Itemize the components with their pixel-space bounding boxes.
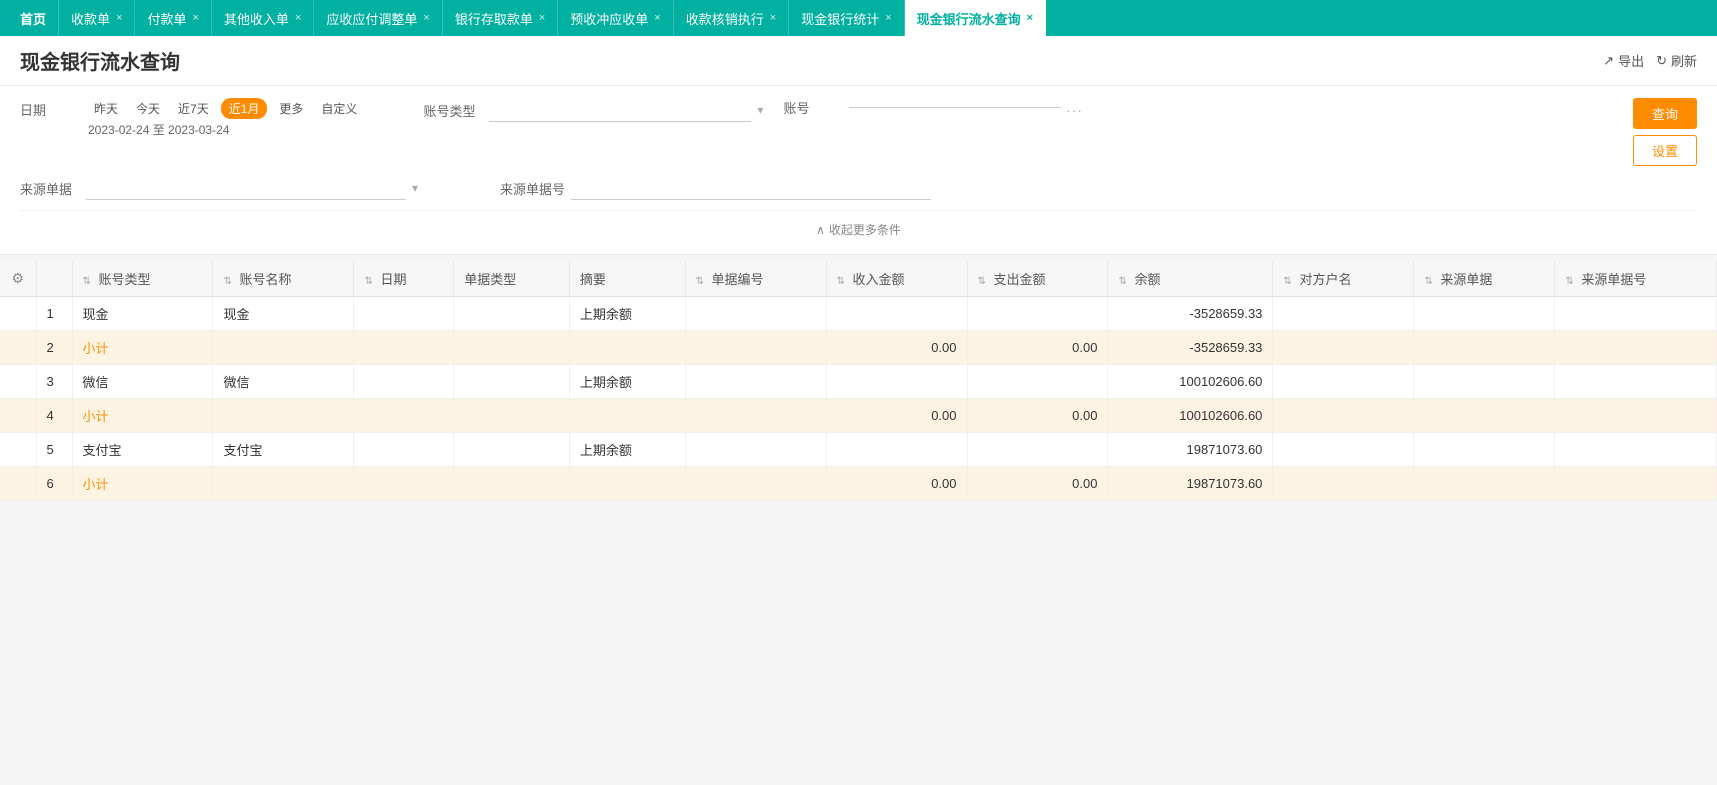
close-icon[interactable]: × — [1027, 12, 1033, 24]
sort-icon: ⇅ — [696, 276, 704, 287]
source-doc-no-input[interactable] — [571, 176, 931, 200]
col-settings: ⚙ — [0, 261, 36, 297]
col-income[interactable]: ⇅ 收入金额 — [826, 261, 967, 297]
data-table: ⚙ ⇅ 账号类型 ⇅ 账号名称 ⇅ 日期 单据类型 — [0, 261, 1717, 501]
sort-icon: ⇅ — [1565, 276, 1573, 287]
table-row: 5支付宝支付宝上期余额19871073.60 — [0, 433, 1717, 467]
top-navigation: 首页 收款单 × 付款单 × 其他收入单 × 应收应付调整单 × 银行存取款单 … — [0, 0, 1717, 36]
gear-icon[interactable]: ⚙ — [11, 270, 24, 286]
col-summary: 摘要 — [569, 261, 685, 297]
nav-tab-bank-deposit[interactable]: 银行存取款单 × — [443, 0, 558, 36]
page-title: 现金银行流水查询 — [20, 46, 180, 75]
sort-icon: ⇅ — [223, 276, 231, 287]
close-icon[interactable]: × — [654, 12, 660, 24]
source-doc-dropdown-icon[interactable]: ▾ — [412, 181, 418, 195]
col-balance[interactable]: ⇅ 余额 — [1108, 261, 1273, 297]
sort-icon: ⇅ — [1424, 276, 1432, 287]
source-doc-no-label: 来源单据号 — [500, 179, 565, 198]
date-opt-more[interactable]: 更多 — [273, 98, 309, 119]
col-doc-no[interactable]: ⇅ 单据编号 — [685, 261, 826, 297]
nav-tab-ar-ap-adjust[interactable]: 应收应付调整单 × — [314, 0, 442, 36]
close-icon[interactable]: × — [295, 12, 301, 24]
nav-tab-payment[interactable]: 付款单 × — [135, 0, 211, 36]
close-icon[interactable]: × — [423, 12, 429, 24]
col-source-doc[interactable]: ⇅ 来源单据 — [1414, 261, 1555, 297]
account-type-label: 账号类型 — [423, 101, 483, 120]
export-icon: ↗ — [1603, 53, 1614, 69]
sort-icon: ⇅ — [978, 276, 986, 287]
table-row: 3微信微信上期余额100102606.60 — [0, 365, 1717, 399]
nav-tab-receipt-verify[interactable]: 收款核销执行 × — [674, 0, 789, 36]
col-no — [36, 261, 72, 297]
date-opt-1month[interactable]: 近1月 — [221, 98, 268, 119]
sort-icon: ⇅ — [83, 276, 91, 287]
sort-icon: ⇅ — [837, 276, 845, 287]
date-range-display: 2023-02-24 至 2023-03-24 — [88, 121, 363, 138]
col-date[interactable]: ⇅ 日期 — [354, 261, 454, 297]
close-icon[interactable]: × — [885, 12, 891, 24]
nav-tab-prepayment[interactable]: 预收冲应收单 × — [558, 0, 673, 36]
date-opt-7days[interactable]: 近7天 — [172, 98, 215, 119]
sort-icon: ⇅ — [364, 276, 372, 287]
source-doc-input[interactable] — [86, 176, 406, 200]
table-row: 6小计0.000.0019871073.60 — [0, 467, 1717, 501]
close-icon[interactable]: × — [116, 12, 122, 24]
sort-icon: ⇅ — [1118, 276, 1126, 287]
sort-icon: ⇅ — [1283, 276, 1291, 287]
col-account-type[interactable]: ⇅ 账号类型 — [72, 261, 213, 297]
col-doc-type: 单据类型 — [454, 261, 570, 297]
table-body: 1现金现金上期余额-3528659.332小计0.000.00-3528659.… — [0, 297, 1717, 501]
account-type-input[interactable] — [489, 98, 751, 122]
close-icon[interactable]: × — [770, 12, 776, 24]
nav-tab-receipt[interactable]: 收款单 × — [59, 0, 135, 36]
collapse-icon: ∧ — [816, 223, 825, 237]
date-filter-label: 日期 — [20, 98, 80, 124]
table-row: 1现金现金上期余额-3528659.33 — [0, 297, 1717, 331]
date-filter: 昨天 今天 近7天 近1月 更多 自定义 2023-02-24 至 2023-0… — [88, 98, 363, 138]
account-more-icon[interactable]: ... — [1067, 100, 1084, 115]
query-button[interactable]: 查询 — [1633, 98, 1697, 129]
export-button[interactable]: ↗ 导出 — [1603, 51, 1644, 70]
col-expense[interactable]: ⇅ 支出金额 — [967, 261, 1108, 297]
table-row: 2小计0.000.00-3528659.33 — [0, 331, 1717, 365]
close-icon[interactable]: × — [192, 12, 198, 24]
nav-tab-home[interactable]: 首页 — [8, 0, 59, 36]
col-source-doc-no[interactable]: ⇅ 来源单据号 — [1555, 261, 1717, 297]
account-label: 账号 — [783, 98, 843, 117]
date-options: 昨天 今天 近7天 近1月 更多 自定义 — [88, 98, 363, 119]
table-row: 4小计0.000.00100102606.60 — [0, 399, 1717, 433]
nav-tab-other-income[interactable]: 其他收入单 × — [212, 0, 314, 36]
collapse-button[interactable]: ∧ 收起更多条件 — [20, 217, 1697, 242]
date-opt-today[interactable]: 今天 — [130, 98, 166, 119]
account-type-dropdown-icon[interactable]: ▾ — [757, 103, 763, 117]
filter-area: 日期 昨天 今天 近7天 近1月 更多 自定义 2023-02-24 至 202… — [0, 86, 1717, 255]
col-account-name[interactable]: ⇅ 账号名称 — [213, 261, 354, 297]
nav-tab-cash-flow[interactable]: 现金银行流水查询 × — [905, 0, 1046, 36]
data-table-container: ⚙ ⇅ 账号类型 ⇅ 账号名称 ⇅ 日期 单据类型 — [0, 261, 1717, 501]
page-header: 现金银行流水查询 ↗ 导出 ↻ 刷新 — [0, 36, 1717, 86]
date-opt-yesterday[interactable]: 昨天 — [88, 98, 124, 119]
col-counterpart[interactable]: ⇅ 对方户名 — [1273, 261, 1414, 297]
refresh-icon: ↻ — [1656, 53, 1667, 69]
refresh-button[interactable]: ↻ 刷新 — [1656, 51, 1697, 70]
source-doc-label: 来源单据 — [20, 179, 80, 198]
settings-button[interactable]: 设置 — [1633, 135, 1697, 166]
table-header-row: ⚙ ⇅ 账号类型 ⇅ 账号名称 ⇅ 日期 单据类型 — [0, 261, 1717, 297]
close-icon[interactable]: × — [539, 12, 545, 24]
nav-tab-cash-stat[interactable]: 现金银行统计 × — [789, 0, 904, 36]
header-actions: ↗ 导出 ↻ 刷新 — [1603, 51, 1697, 70]
date-opt-custom[interactable]: 自定义 — [315, 98, 363, 119]
